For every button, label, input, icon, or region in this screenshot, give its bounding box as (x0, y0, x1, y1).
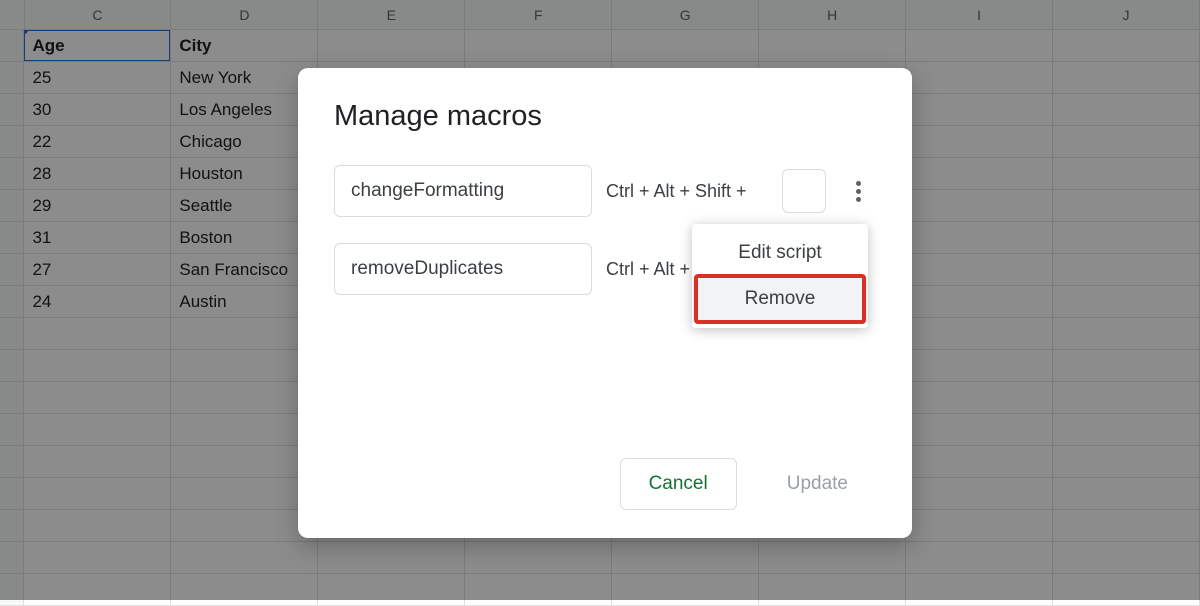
macro-row: changeFormatting Ctrl + Alt + Shift + (334, 165, 876, 217)
cancel-button[interactable]: Cancel (620, 458, 737, 510)
dialog-actions: Cancel Update (334, 458, 876, 510)
macro-name-input[interactable]: changeFormatting (334, 165, 592, 217)
shortcut-label: Ctrl + Alt + Shift + (606, 181, 768, 202)
macro-name-input[interactable]: removeDuplicates (334, 243, 592, 295)
remove-menu-item[interactable]: Remove (692, 276, 868, 322)
more-vertical-icon (856, 181, 861, 202)
dialog-title: Manage macros (334, 100, 876, 133)
shortcut-key-input[interactable] (782, 169, 826, 213)
edit-script-menu-item[interactable]: Edit script (692, 230, 868, 276)
macro-options-dropdown: Edit script Remove (692, 224, 868, 328)
more-options-button[interactable] (840, 173, 876, 209)
update-button[interactable]: Update (759, 458, 876, 510)
